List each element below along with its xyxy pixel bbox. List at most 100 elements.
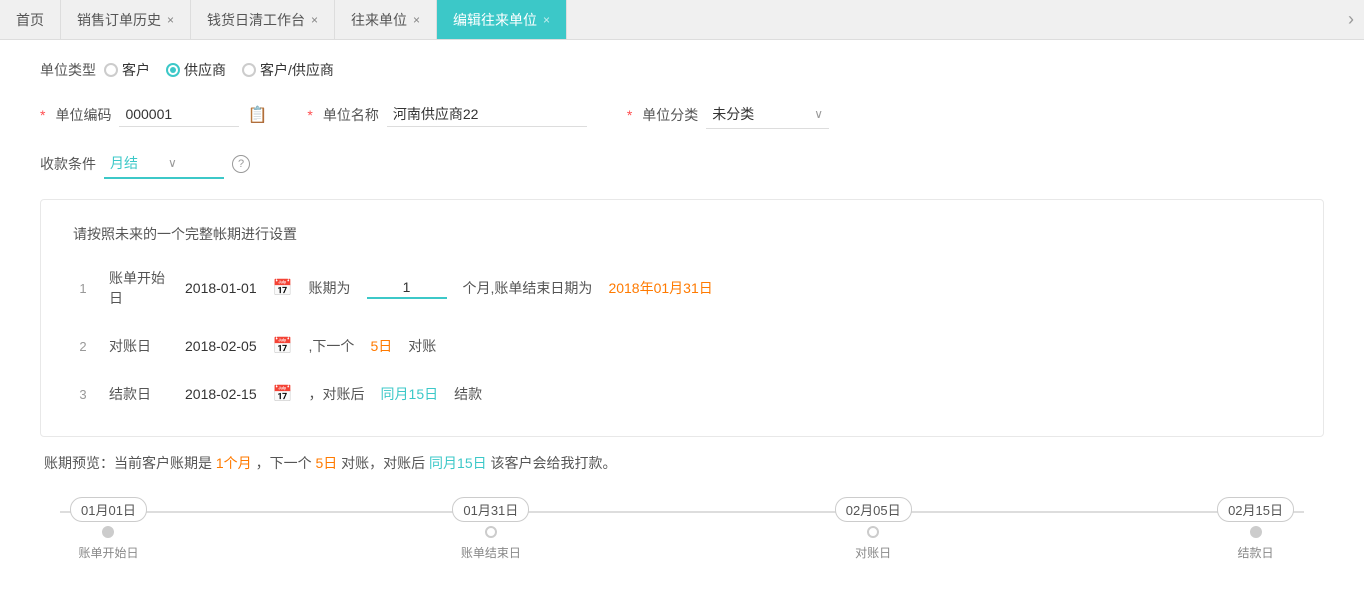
payment-condition-select[interactable]: 月结 ∨ bbox=[104, 149, 224, 179]
period-cal-1[interactable]: 📅 bbox=[273, 278, 293, 298]
timeline-label-3: 对账日 bbox=[855, 544, 891, 561]
period-highlight-2: 5日 bbox=[370, 336, 392, 356]
period-label-1: 账单开始日 bbox=[109, 268, 169, 308]
preview-middle2: 对账，对账后 bbox=[341, 455, 425, 471]
timeline-dot-4 bbox=[1250, 526, 1262, 538]
payment-condition-help[interactable]: ? bbox=[232, 155, 250, 173]
timeline-badge-4: 02月15日 bbox=[1217, 497, 1294, 522]
unit-category-value: 未分类 bbox=[712, 104, 754, 124]
unit-category-select[interactable]: 未分类 ∨ bbox=[706, 100, 829, 129]
unit-code-required: * bbox=[40, 107, 45, 123]
unit-type-row: 单位类型 客户 供应商 客户/供应商 bbox=[40, 60, 1324, 80]
unit-type-item: 单位类型 客户 供应商 客户/供应商 bbox=[40, 60, 334, 80]
tab-bar: 首页 销售订单历史 × 钱货日清工作台 × 往来单位 × 编辑往来单位 × › bbox=[0, 0, 1364, 40]
radio-customer-circle bbox=[104, 63, 118, 77]
period-num-1: 1 bbox=[73, 281, 93, 296]
timeline-container: 01月01日 账单开始日 01月31日 账单结束日 02月05日 对账日 02月… bbox=[40, 497, 1324, 561]
period-label-2: 对账日 bbox=[109, 336, 169, 356]
preview-part3: 同月15日 bbox=[429, 455, 487, 471]
tab-cashflow-close[interactable]: × bbox=[311, 13, 318, 27]
unit-category-arrow: ∨ bbox=[814, 107, 823, 121]
preview-part2: 5日 bbox=[315, 455, 337, 471]
period-row-1: 1 账单开始日 2018-01-01 📅 账期为 个月,账单结束日期为 2018… bbox=[73, 268, 1291, 308]
preview-middle1: ，下一个 bbox=[256, 455, 312, 471]
tab-counterparty[interactable]: 往来单位 × bbox=[335, 0, 437, 39]
timeline-dot-3 bbox=[867, 526, 879, 538]
period-date-1: 2018-01-01 bbox=[185, 280, 257, 296]
radio-customer-supplier-circle bbox=[242, 63, 256, 77]
payment-condition-row: 收款条件 月结 ∨ ? bbox=[40, 149, 1324, 179]
unit-name-required: * bbox=[307, 107, 312, 123]
period-highlight-3: 同月15日 bbox=[381, 384, 439, 404]
timeline-point-2: 01月31日 账单结束日 bbox=[452, 497, 529, 561]
timeline-label-2: 账单结束日 bbox=[461, 544, 521, 561]
tab-expand-button[interactable]: › bbox=[1338, 0, 1364, 39]
timeline-point-1: 01月01日 账单开始日 bbox=[70, 497, 147, 561]
tab-sales-history-close[interactable]: × bbox=[167, 13, 174, 27]
unit-category-label: 单位分类 bbox=[642, 105, 698, 125]
period-label-3: 结款日 bbox=[109, 384, 169, 404]
timeline-point-4: 02月15日 结款日 bbox=[1217, 497, 1294, 561]
period-box-title: 请按照未来的一个完整帐期进行设置 bbox=[73, 224, 1291, 244]
tab-cashflow[interactable]: 钱货日清工作台 × bbox=[191, 0, 335, 39]
tab-home-label: 首页 bbox=[16, 10, 44, 30]
unit-name-item: * 单位名称 bbox=[307, 102, 586, 127]
payment-condition-item: 收款条件 月结 ∨ ? bbox=[40, 149, 250, 179]
unit-name-label: 单位名称 bbox=[323, 105, 379, 125]
unit-code-item: * 单位编码 📋 bbox=[40, 102, 267, 127]
unit-info-row: * 单位编码 📋 * 单位名称 * 单位分类 未分类 ∨ bbox=[40, 100, 1324, 129]
period-highlight-1: 2018年01月31日 bbox=[608, 278, 712, 298]
timeline-badge-2: 01月31日 bbox=[452, 497, 529, 522]
timeline-dot-1 bbox=[102, 526, 114, 538]
payment-condition-arrow: ∨ bbox=[168, 156, 177, 170]
preview-suffix: 该客户会给我打款。 bbox=[491, 455, 617, 471]
unit-type-radio-group: 客户 供应商 客户/供应商 bbox=[104, 60, 334, 80]
period-row-2: 2 对账日 2018-02-05 📅 ,下一个 5日 对账 bbox=[73, 336, 1291, 356]
tab-sales-history-label: 销售订单历史 bbox=[77, 10, 161, 30]
unit-type-label: 单位类型 bbox=[40, 60, 96, 80]
preview-part1: 1个月 bbox=[216, 455, 252, 471]
main-content: 单位类型 客户 供应商 客户/供应商 * 单位编码 bbox=[0, 40, 1364, 608]
unit-category-item: * 单位分类 未分类 ∨ bbox=[627, 100, 829, 129]
tab-edit-counterparty[interactable]: 编辑往来单位 × bbox=[437, 0, 567, 39]
radio-supplier-circle bbox=[166, 63, 180, 77]
radio-customer-supplier-label: 客户/供应商 bbox=[260, 60, 334, 80]
period-box: 请按照未来的一个完整帐期进行设置 1 账单开始日 2018-01-01 📅 账期… bbox=[40, 199, 1324, 437]
radio-supplier-label: 供应商 bbox=[184, 60, 226, 80]
timeline-point-3: 02月05日 对账日 bbox=[835, 497, 912, 561]
period-suffix-after-1: 个月,账单结束日期为 bbox=[463, 278, 593, 298]
tab-counterparty-label: 往来单位 bbox=[351, 10, 407, 30]
tab-cashflow-label: 钱货日清工作台 bbox=[207, 10, 305, 30]
unit-code-icon[interactable]: 📋 bbox=[247, 105, 267, 125]
radio-customer-label: 客户 bbox=[122, 60, 150, 80]
period-num-3: 3 bbox=[73, 387, 93, 402]
unit-code-label: 单位编码 bbox=[55, 105, 111, 125]
tab-edit-counterparty-label: 编辑往来单位 bbox=[453, 10, 537, 30]
preview-text: 账期预览：当前客户账期是 1个月 ，下一个 5日 对账，对账后 同月15日 该客… bbox=[40, 453, 1324, 473]
tab-edit-counterparty-close[interactable]: × bbox=[543, 13, 550, 27]
period-row-3: 3 结款日 2018-02-15 📅 ，对账后 同月15日 结款 bbox=[73, 384, 1291, 404]
period-input-1[interactable] bbox=[367, 277, 447, 299]
period-cal-3[interactable]: 📅 bbox=[273, 384, 293, 404]
payment-condition-value: 月结 bbox=[110, 153, 138, 173]
timeline-label-1: 账单开始日 bbox=[78, 544, 138, 561]
tab-home[interactable]: 首页 bbox=[0, 0, 61, 39]
period-desc-3a: ，对账后 bbox=[309, 384, 365, 404]
timeline-badge-1: 01月01日 bbox=[70, 497, 147, 522]
unit-code-input[interactable] bbox=[119, 102, 239, 127]
tab-sales-history[interactable]: 销售订单历史 × bbox=[61, 0, 191, 39]
timeline-badge-3: 02月05日 bbox=[835, 497, 912, 522]
period-cal-2[interactable]: 📅 bbox=[273, 336, 293, 356]
radio-customer[interactable]: 客户 bbox=[104, 60, 150, 80]
period-num-2: 2 bbox=[73, 339, 93, 354]
period-suffix-before-1: 账期为 bbox=[309, 278, 351, 298]
radio-supplier[interactable]: 供应商 bbox=[166, 60, 226, 80]
timeline-dot-2 bbox=[485, 526, 497, 538]
period-date-3: 2018-02-15 bbox=[185, 386, 257, 402]
unit-name-input[interactable] bbox=[387, 102, 587, 127]
radio-customer-supplier[interactable]: 客户/供应商 bbox=[242, 60, 334, 80]
unit-category-required: * bbox=[627, 107, 632, 123]
period-desc-2b: 对账 bbox=[408, 336, 436, 356]
preview-prefix: 账期预览：当前客户账期是 bbox=[44, 455, 212, 471]
tab-counterparty-close[interactable]: × bbox=[413, 13, 420, 27]
